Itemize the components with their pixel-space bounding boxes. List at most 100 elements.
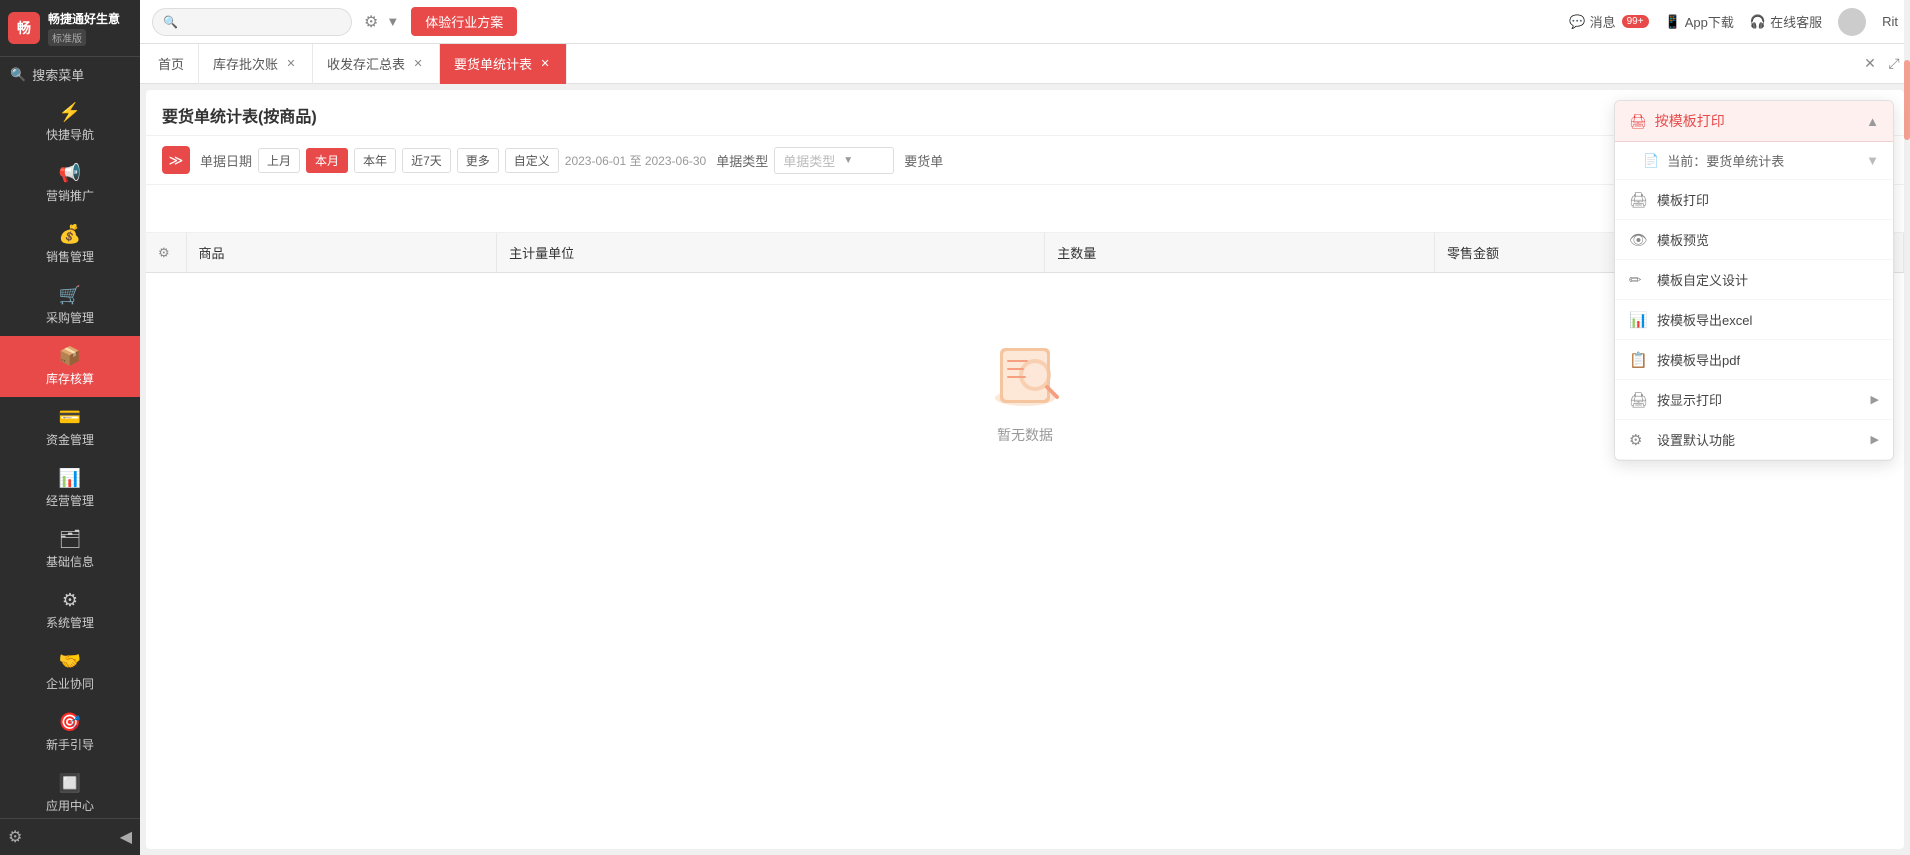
date-more-btn[interactable]: 更多 [457, 148, 499, 173]
date-7days-btn[interactable]: 近7天 [402, 148, 451, 173]
app-name: 畅捷通好生意 [48, 10, 120, 27]
settings-footer-btn[interactable]: ⚙ [8, 827, 22, 847]
search-menu-btn[interactable]: 🔍 搜索菜单 [0, 57, 140, 92]
dropdown-current-item[interactable]: 📄 当前：要货单统计表 ▼ [1615, 142, 1893, 180]
cargo-filter-group: 要货单 [904, 151, 943, 170]
tab-home[interactable]: 首页 [144, 44, 199, 84]
avatar[interactable] [1838, 8, 1866, 36]
sidebar-item-label: 新手引导 [46, 736, 94, 753]
message-btn[interactable]: 💬 消息 99+ [1569, 12, 1648, 31]
dropdown-icon[interactable]: ▼ [386, 14, 399, 29]
collapse-sidebar-btn[interactable]: ◀ [120, 827, 132, 847]
tab-receivable-summary[interactable]: 收发存汇总表 ✕ [313, 44, 440, 84]
template-print-label: 模板打印 [1657, 190, 1709, 209]
dropdown-item-template-print[interactable]: 🖨 模板打印 [1615, 180, 1893, 220]
empty-icon [975, 333, 1075, 413]
export-pdf-label: 按模板导出pdf [1657, 350, 1740, 369]
empty-text: 暂无数据 [997, 425, 1053, 445]
sidebar-item-inventory[interactable]: 📦 库存核算 [0, 336, 140, 397]
tab-inventory-batch-close[interactable]: ✕ [284, 57, 298, 71]
purchase-icon: 🛒 [59, 285, 81, 306]
cooperation-icon: 🤝 [59, 651, 81, 672]
sidebar: 畅 畅捷通好生意 标准版 🔍 搜索菜单 ⚡ 快捷导航 📢 营销推广 💰 销售管理… [0, 0, 140, 855]
dropdown-item-export-excel[interactable]: 📊 按模板导出excel [1615, 300, 1893, 340]
message-icon: 💬 [1569, 14, 1585, 30]
export-excel-icon: 📊 [1629, 311, 1647, 329]
sidebar-item-label: 资金管理 [46, 431, 94, 448]
window-maximize-btn[interactable]: ⤢ [1886, 56, 1902, 72]
column-settings-icon[interactable]: ⚙ [158, 245, 170, 260]
date-filter-group: 单据日期 上月 本月 本年 近7天 更多 自定义 2023-06-01 至 20… [200, 148, 706, 173]
th-quantity: 主数量 [1045, 233, 1435, 273]
inventory-icon: 📦 [59, 346, 81, 367]
dropdown-item-set-default[interactable]: ⚙ 设置默认功能 ▶ [1615, 420, 1893, 460]
service-label: 在线客服 [1770, 12, 1822, 31]
sidebar-item-label: 快捷导航 [46, 126, 94, 143]
search-icon: 🔍 [10, 67, 26, 83]
tab-order-stats-label: 要货单统计表 [454, 54, 532, 73]
right-scrollbar[interactable] [1904, 0, 1910, 855]
th-product: 商品 [186, 233, 497, 273]
sidebar-item-finance[interactable]: 💳 资金管理 [0, 397, 140, 458]
gear-icon[interactable]: ⚙ [364, 12, 378, 32]
date-range-display: 2023-06-01 至 2023-06-30 [565, 152, 706, 169]
type-select-value: 单据类型 [783, 151, 835, 170]
operation-icon: 📊 [59, 468, 81, 489]
tab-receivable-summary-close[interactable]: ✕ [411, 57, 425, 71]
username-label: Rit [1882, 14, 1898, 29]
system-icon: ⚙ [62, 590, 78, 611]
dropdown-title-group: 🖨 按模板打印 [1629, 111, 1725, 131]
window-close-btn[interactable]: ✕ [1862, 56, 1878, 72]
filter-toggle-btn[interactable]: ≫ [162, 146, 190, 174]
current-label: 当前：要货单统计表 [1667, 151, 1784, 170]
date-this-year-btn[interactable]: 本年 [354, 148, 396, 173]
date-prev-month-btn[interactable]: 上月 [258, 148, 300, 173]
sidebar-item-marketing[interactable]: 📢 营销推广 [0, 153, 140, 214]
type-select[interactable]: 单据类型 ▼ [774, 147, 894, 174]
quick-nav-icon: ⚡ [59, 102, 81, 123]
template-print-icon: 🖨 [1629, 191, 1647, 209]
export-pdf-icon: 📋 [1629, 351, 1647, 369]
dropdown-header[interactable]: 🖨 按模板打印 ▲ [1615, 101, 1893, 142]
set-default-icon: ⚙ [1629, 431, 1647, 449]
dropdown-collapse-icon[interactable]: ▲ [1866, 114, 1879, 129]
sidebar-item-guide[interactable]: 🎯 新手引导 [0, 702, 140, 763]
apps-icon: 🔲 [59, 773, 81, 794]
set-default-arrow-icon: ▶ [1871, 433, 1879, 446]
dropdown-item-template-preview[interactable]: 👁 模板预览 [1615, 220, 1893, 260]
online-service-btn[interactable]: 🎧 在线客服 [1750, 12, 1822, 31]
sidebar-logo: 畅 畅捷通好生意 标准版 [0, 0, 140, 57]
date-this-month-btn[interactable]: 本月 [306, 148, 348, 173]
sidebar-nav: ⚡ 快捷导航 📢 营销推广 💰 销售管理 🛒 采购管理 📦 库存核算 💳 资金管… [0, 92, 140, 818]
sidebar-item-basic[interactable]: 🗂 基础信息 [0, 519, 140, 580]
sidebar-item-cooperation[interactable]: 🤝 企业协同 [0, 641, 140, 702]
app-download-btn[interactable]: 📱 App下载 [1665, 12, 1734, 31]
tab-home-label: 首页 [158, 54, 184, 73]
sidebar-item-quick-nav[interactable]: ⚡ 快捷导航 [0, 92, 140, 153]
sidebar-item-system[interactable]: ⚙ 系统管理 [0, 580, 140, 641]
set-default-label: 设置默认功能 [1657, 430, 1735, 449]
guide-icon: 🎯 [59, 712, 81, 733]
sidebar-item-label: 经营管理 [46, 492, 94, 509]
th-unit: 主计量单位 [497, 233, 1045, 273]
dropdown-item-export-pdf[interactable]: 📋 按模板导出pdf [1615, 340, 1893, 380]
tab-inventory-batch[interactable]: 库存批次账 ✕ [199, 44, 313, 84]
basic-icon: 🗂 [59, 529, 82, 550]
tab-receivable-summary-label: 收发存汇总表 [327, 54, 405, 73]
dropdown-item-template-design[interactable]: ✏ 模板自定义设计 [1615, 260, 1893, 300]
dropdown-item-display-print[interactable]: 🖨 按显示打印 ▶ [1615, 380, 1893, 420]
app-icon: 📱 [1665, 14, 1681, 30]
sidebar-item-apps[interactable]: 🔲 应用中心 [0, 763, 140, 818]
sidebar-item-label: 销售管理 [46, 248, 94, 265]
cargo-label: 要货单 [904, 151, 943, 170]
sidebar-item-sales[interactable]: 💰 销售管理 [0, 214, 140, 275]
trial-btn[interactable]: 体验行业方案 [411, 7, 517, 36]
date-custom-btn[interactable]: 自定义 [505, 148, 559, 173]
sidebar-item-purchase[interactable]: 🛒 采购管理 [0, 275, 140, 336]
sidebar-item-operation[interactable]: 📊 经营管理 [0, 458, 140, 519]
search-input[interactable]: 🔍 [152, 8, 352, 36]
tab-order-stats[interactable]: 要货单统计表 ✕ [440, 44, 567, 84]
tab-order-stats-close[interactable]: ✕ [538, 57, 552, 71]
service-icon: 🎧 [1750, 14, 1766, 30]
search-menu-label: 搜索菜单 [32, 65, 84, 84]
